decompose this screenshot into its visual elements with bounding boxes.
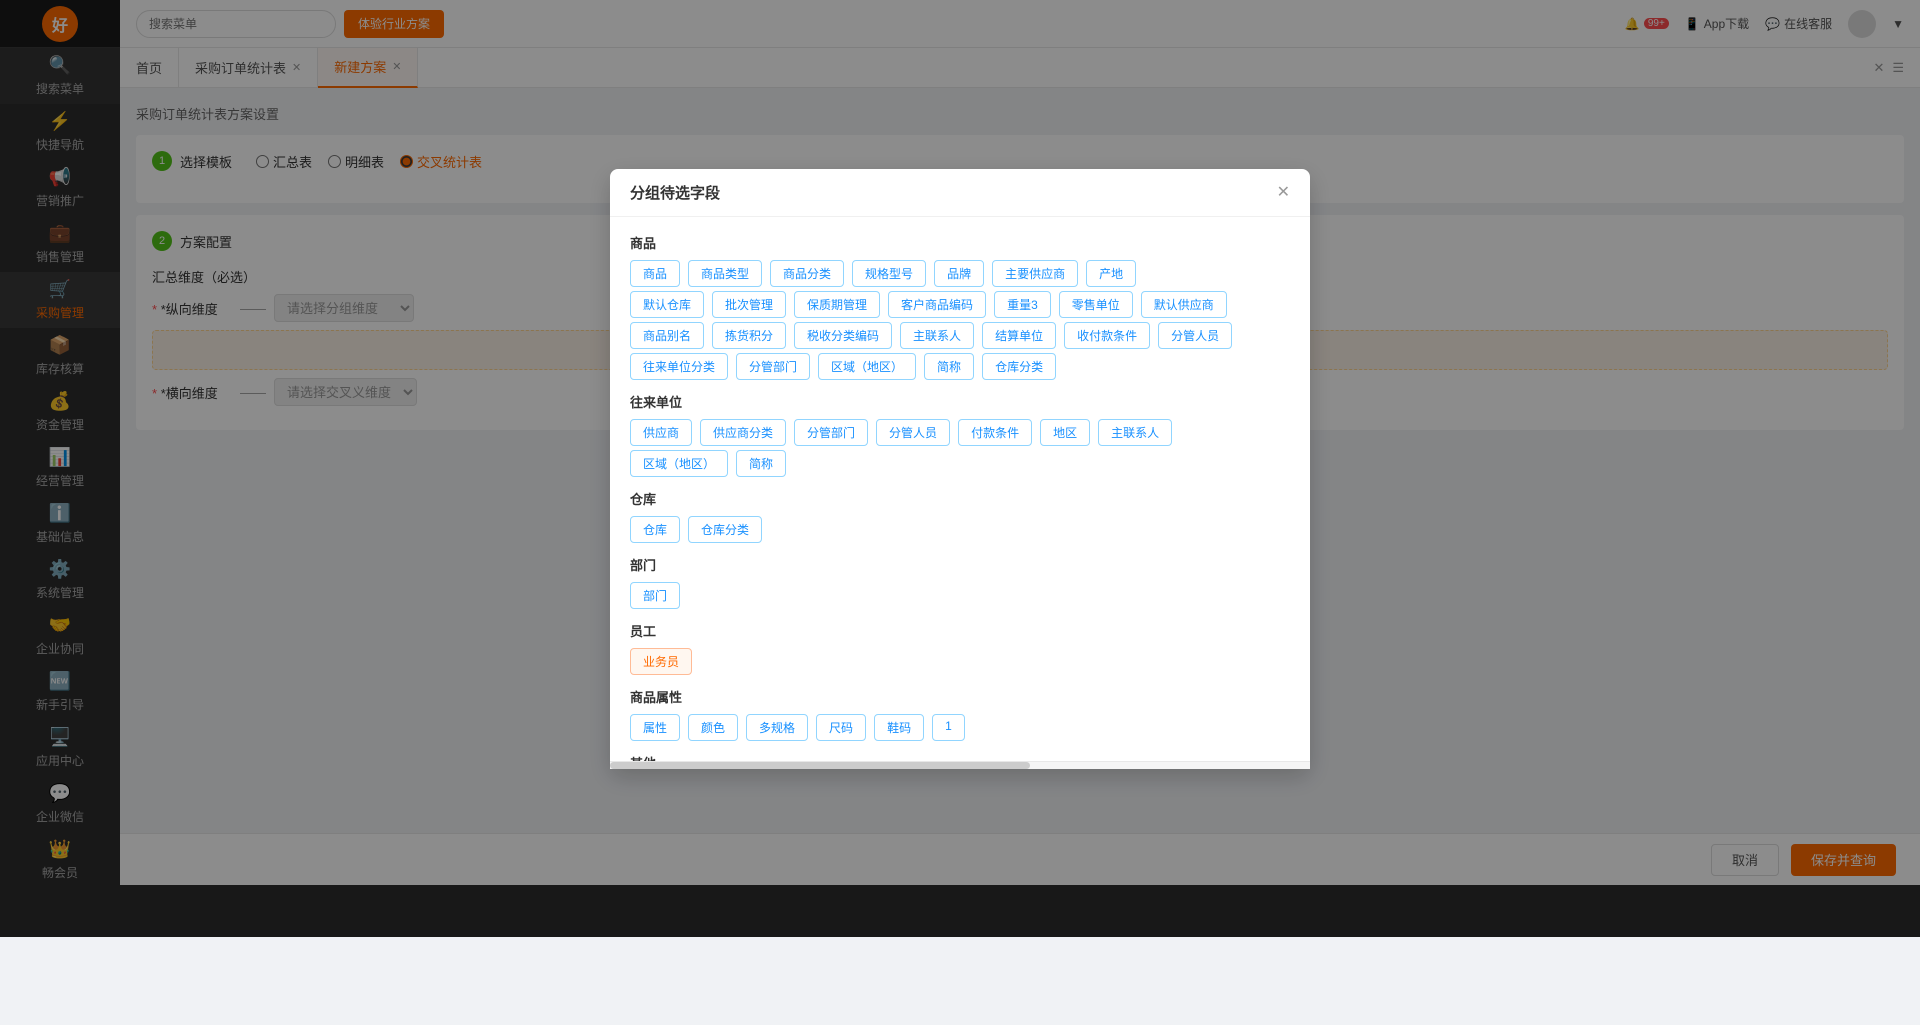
field-multi-spec[interactable]: 多规格: [746, 714, 808, 741]
field-dept-mgmt[interactable]: 分管部门: [736, 353, 810, 380]
field-product-category[interactable]: 商品分类: [770, 260, 844, 287]
partner-fields-row2: 区域（地区） 简称: [630, 450, 1290, 477]
field-shortname2[interactable]: 简称: [736, 450, 786, 477]
field-pick-points[interactable]: 拣货积分: [712, 322, 786, 349]
field-default-supplier[interactable]: 默认供应商: [1141, 291, 1227, 318]
dept-fields: 部门: [630, 582, 1290, 609]
product-fields-row4: 往来单位分类 分管部门 区域（地区） 简称 仓库分类: [630, 353, 1290, 380]
partner-fields: 供应商 供应商分类 分管部门 分管人员 付款条件 地区 主联系人: [630, 419, 1290, 446]
field-customer-code[interactable]: 客户商品编码: [888, 291, 986, 318]
field-warehouse-cat[interactable]: 仓库分类: [688, 516, 762, 543]
field-batch-mgmt[interactable]: 批次管理: [712, 291, 786, 318]
field-default-warehouse[interactable]: 默认仓库: [630, 291, 704, 318]
field-custom1[interactable]: 1: [932, 714, 965, 741]
field-area[interactable]: 地区: [1040, 419, 1090, 446]
modal-body: 商品 商品 商品类型 商品分类 规格型号 品牌 主要供应商 产地 默认仓库 批次…: [610, 217, 1310, 761]
field-settlement-unit[interactable]: 结算单位: [982, 322, 1056, 349]
field-origin[interactable]: 产地: [1086, 260, 1136, 287]
field-product-alias[interactable]: 商品别名: [630, 322, 704, 349]
field-dept[interactable]: 部门: [630, 582, 680, 609]
section-title-other: 其他: [630, 753, 1290, 761]
section-title-warehouse: 仓库: [630, 489, 1290, 508]
field-warehouse-category[interactable]: 仓库分类: [982, 353, 1056, 380]
field-main-supplier[interactable]: 主要供应商: [992, 260, 1078, 287]
field-tax-code[interactable]: 税收分类编码: [794, 322, 892, 349]
modal-horizontal-scrollbar[interactable]: [610, 761, 1310, 769]
section-title-product-attr: 商品属性: [630, 687, 1290, 706]
product-fields-row2: 默认仓库 批次管理 保质期管理 客户商品编码 重量3 零售单位 默认供应商: [630, 291, 1290, 318]
field-salesperson[interactable]: 业务员: [630, 648, 692, 675]
field-supervisor[interactable]: 分管人员: [1158, 322, 1232, 349]
warehouse-fields: 仓库 仓库分类: [630, 516, 1290, 543]
section-title-product: 商品: [630, 233, 1290, 252]
modal-overlay: 分组待选字段 ✕ 商品 商品 商品类型 商品分类 规格型号 品牌 主要供应商 产…: [0, 0, 1920, 937]
modal-title: 分组待选字段: [630, 182, 720, 203]
field-expiry-mgmt[interactable]: 保质期管理: [794, 291, 880, 318]
field-partner-person[interactable]: 分管人员: [876, 419, 950, 446]
field-product-type[interactable]: 商品类型: [688, 260, 762, 287]
field-partner-category[interactable]: 往来单位分类: [630, 353, 728, 380]
section-title-partner: 往来单位: [630, 392, 1290, 411]
modal-close-button[interactable]: ✕: [1277, 182, 1290, 202]
field-supplier-category[interactable]: 供应商分类: [700, 419, 786, 446]
field-weight[interactable]: 重量3: [994, 291, 1051, 318]
field-main-contact[interactable]: 主联系人: [900, 322, 974, 349]
field-payment-terms[interactable]: 收付款条件: [1064, 322, 1150, 349]
field-shoe-size[interactable]: 鞋码: [874, 714, 924, 741]
product-fields-row3: 商品别名 拣货积分 税收分类编码 主联系人 结算单位 收付款条件 分管人员: [630, 322, 1290, 349]
field-pay-terms[interactable]: 付款条件: [958, 419, 1032, 446]
field-shortname[interactable]: 简称: [924, 353, 974, 380]
field-region[interactable]: 区域（地区）: [818, 353, 916, 380]
section-title-dept: 部门: [630, 555, 1290, 574]
product-attr-fields: 属性 颜色 多规格 尺码 鞋码 1: [630, 714, 1290, 741]
field-product[interactable]: 商品: [630, 260, 680, 287]
field-region2[interactable]: 区域（地区）: [630, 450, 728, 477]
scrollbar-thumb: [610, 762, 1030, 769]
field-main-contact2[interactable]: 主联系人: [1098, 419, 1172, 446]
section-title-employee: 员工: [630, 621, 1290, 640]
field-attribute[interactable]: 属性: [630, 714, 680, 741]
field-color[interactable]: 颜色: [688, 714, 738, 741]
employee-fields: 业务员: [630, 648, 1290, 675]
field-selection-modal: 分组待选字段 ✕ 商品 商品 商品类型 商品分类 规格型号 品牌 主要供应商 产…: [610, 169, 1310, 769]
field-supplier[interactable]: 供应商: [630, 419, 692, 446]
field-size[interactable]: 尺码: [816, 714, 866, 741]
modal-header: 分组待选字段 ✕: [610, 169, 1310, 217]
field-warehouse[interactable]: 仓库: [630, 516, 680, 543]
product-fields: 商品 商品类型 商品分类 规格型号 品牌 主要供应商 产地: [630, 260, 1290, 287]
field-brand[interactable]: 品牌: [934, 260, 984, 287]
field-spec-model[interactable]: 规格型号: [852, 260, 926, 287]
field-partner-dept[interactable]: 分管部门: [794, 419, 868, 446]
field-retail-unit[interactable]: 零售单位: [1059, 291, 1133, 318]
